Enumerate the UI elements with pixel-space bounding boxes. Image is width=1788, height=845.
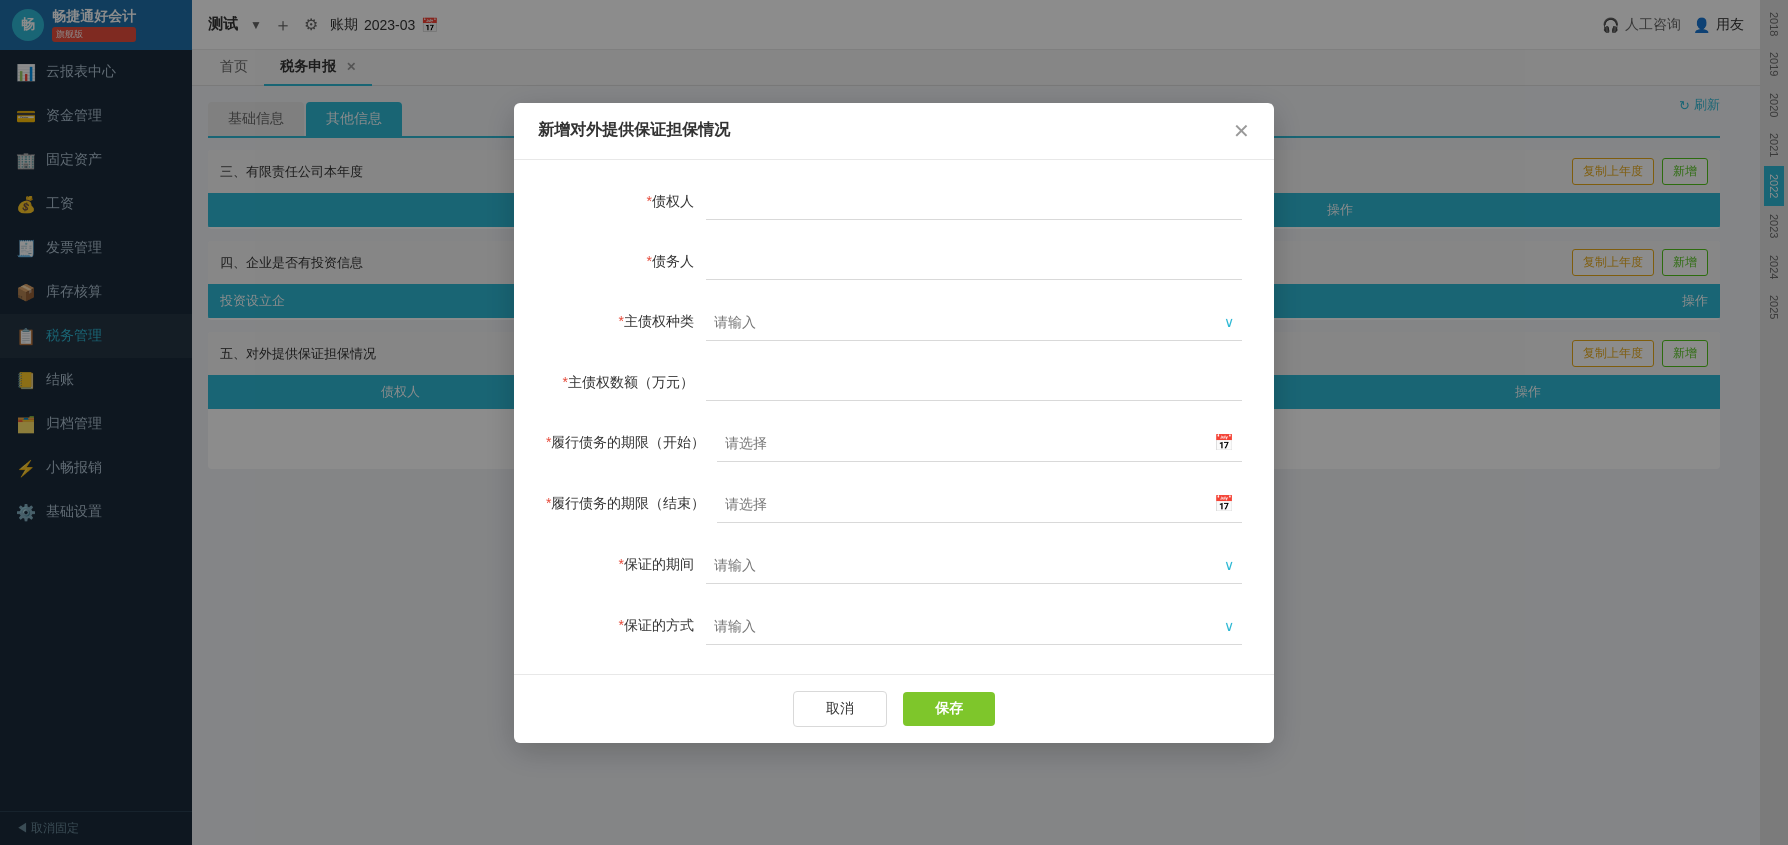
field-zhuzhaiquanshue: *主债权数额（万元） — [546, 365, 1242, 401]
label-zhaiwuren: *债务人 — [546, 253, 706, 271]
required-star: * — [619, 617, 624, 633]
input-lvxingkaishi[interactable] — [717, 425, 1214, 461]
field-baozhenFangshi: *保证的方式 ∨ — [546, 608, 1242, 645]
input-zhuzhaiquanshue[interactable] — [706, 365, 1242, 401]
select-wrapper-baozhenqijian: ∨ — [706, 547, 1242, 584]
field-baozhenqijian: *保证的期间 ∨ — [546, 547, 1242, 584]
modal-body: *债权人 *债务人 *主债权种类 ∨ — [514, 160, 1274, 674]
required-star: * — [546, 434, 551, 450]
required-star: * — [546, 495, 551, 511]
required-star: * — [647, 253, 652, 269]
label-zhuzhaiquanshue: *主债权数额（万元） — [546, 374, 706, 392]
required-star: * — [647, 193, 652, 209]
save-button[interactable]: 保存 — [903, 692, 995, 726]
label-zhaiquanren: *债权人 — [546, 193, 706, 211]
input-zhaiwuren[interactable] — [706, 244, 1242, 280]
field-zhuzhaiquanzlei: *主债权种类 ∨ — [546, 304, 1242, 341]
select-wrapper-baozhenFangshi: ∨ — [706, 608, 1242, 645]
field-lvxingjieshi: *履行债务的期限（结束） 📅 — [546, 486, 1242, 523]
label-baozhenqijian: *保证的期间 — [546, 556, 706, 574]
calendar-icon-lvxingkaishi[interactable]: 📅 — [1214, 433, 1242, 452]
date-wrapper-lvxingkaishi: 📅 — [717, 425, 1242, 462]
label-zhuzhaiquanzlei: *主债权种类 — [546, 313, 706, 331]
dropdown-arrow-zhuzhaiquanzlei[interactable]: ∨ — [1224, 314, 1242, 330]
field-lvxingkaishi: *履行债务的期限（开始） 📅 — [546, 425, 1242, 462]
field-zhaiquanren: *债权人 — [546, 184, 1242, 220]
cancel-button[interactable]: 取消 — [793, 691, 887, 727]
input-baozhenqijian[interactable] — [706, 547, 1224, 583]
modal-title: 新增对外提供保证担保情况 — [538, 120, 730, 141]
dropdown-arrow-baozhenFangshi[interactable]: ∨ — [1224, 618, 1242, 634]
input-baozhenFangshi[interactable] — [706, 608, 1224, 644]
input-lvxingjieshi[interactable] — [717, 486, 1214, 522]
modal-header: 新增对外提供保证担保情况 ✕ — [514, 103, 1274, 160]
required-star: * — [563, 374, 568, 390]
label-lvxingkaishi: *履行债务的期限（开始） — [546, 434, 717, 452]
field-zhaiwuren: *债务人 — [546, 244, 1242, 280]
calendar-icon-lvxingjieshi[interactable]: 📅 — [1214, 494, 1242, 513]
modal-footer: 取消 保存 — [514, 674, 1274, 743]
input-zhaiquanren[interactable] — [706, 184, 1242, 220]
label-baozhenFangshi: *保证的方式 — [546, 617, 706, 635]
date-wrapper-lvxingjieshi: 📅 — [717, 486, 1242, 523]
input-zhuzhaiquanzlei[interactable] — [706, 304, 1224, 340]
select-wrapper-zhuzhaiquanzlei: ∨ — [706, 304, 1242, 341]
required-star: * — [619, 556, 624, 572]
modal-overlay[interactable]: 新增对外提供保证担保情况 ✕ *债权人 *债务人 *主债权种类 — [0, 0, 1788, 845]
required-star: * — [619, 313, 624, 329]
dropdown-arrow-baozhenqijian[interactable]: ∨ — [1224, 557, 1242, 573]
modal: 新增对外提供保证担保情况 ✕ *债权人 *债务人 *主债权种类 — [514, 103, 1274, 743]
label-lvxingjieshi: *履行债务的期限（结束） — [546, 495, 717, 513]
modal-close-button[interactable]: ✕ — [1233, 119, 1250, 143]
